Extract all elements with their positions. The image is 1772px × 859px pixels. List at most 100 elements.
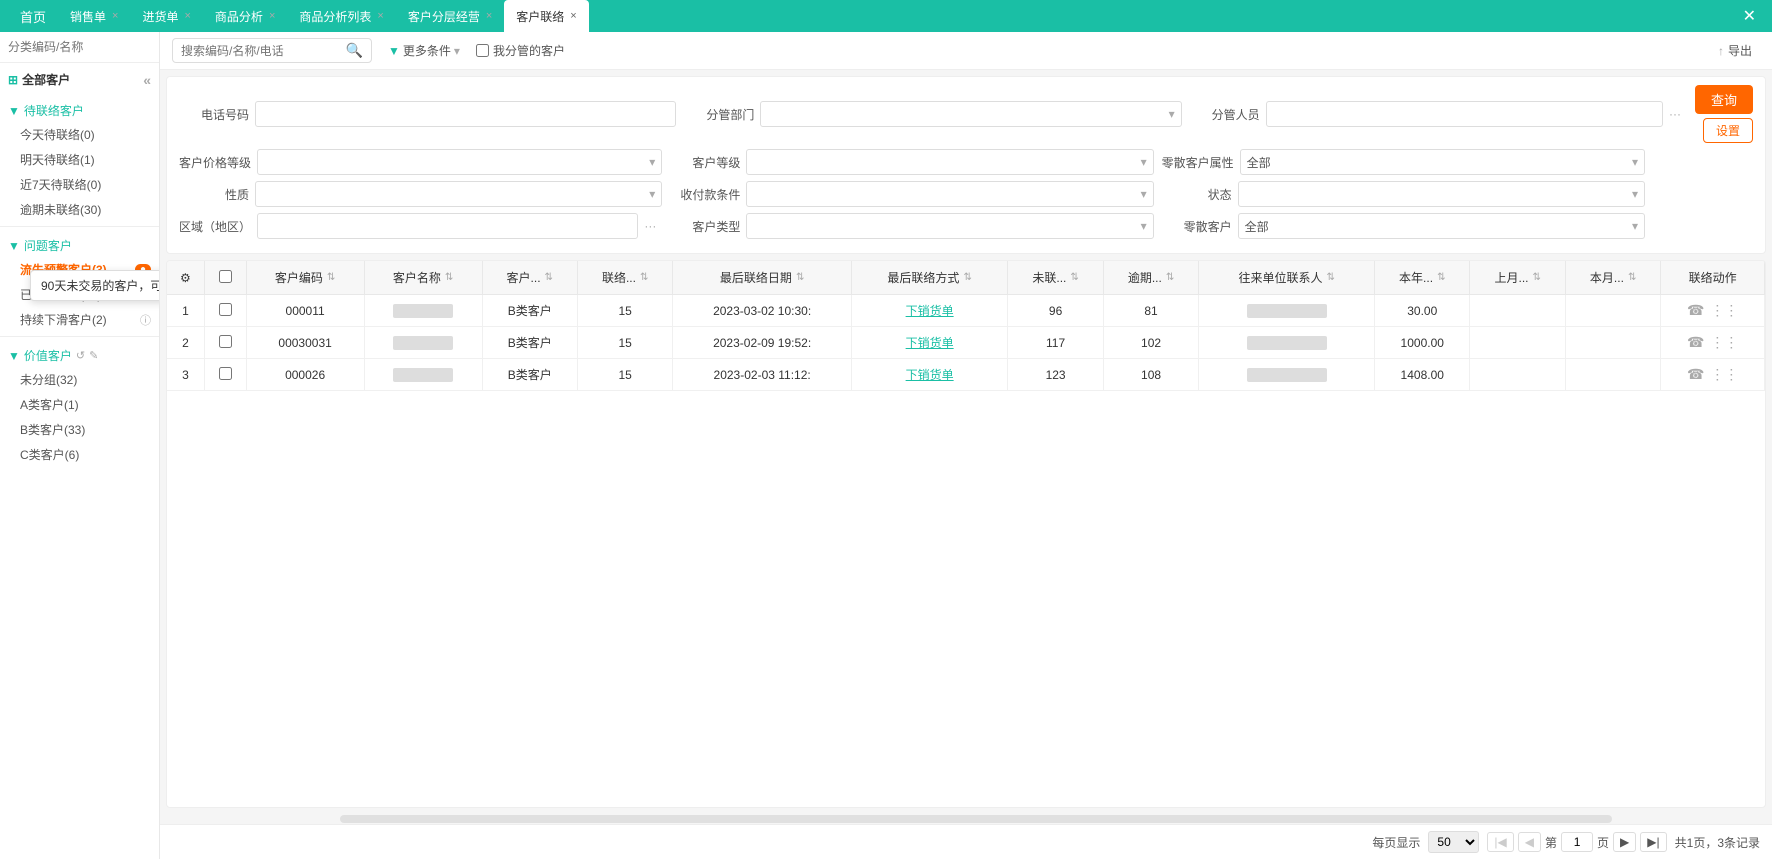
sort-icon-this-month[interactable]: ⇅ — [1628, 272, 1636, 283]
first-page-button[interactable]: |◀ — [1487, 832, 1513, 852]
filter-icon: ▼ — [388, 44, 400, 58]
query-button[interactable]: 查询 — [1695, 85, 1753, 114]
tab-customer-tier[interactable]: 客户分层经营 × — [396, 0, 504, 32]
tab-analysis[interactable]: 商品分析 × — [203, 0, 287, 32]
cell-index: 3 — [167, 359, 204, 391]
more-actions-icon[interactable]: ⋮⋮ — [1710, 366, 1738, 383]
filter-input-region[interactable] — [257, 213, 638, 239]
cell-last-method[interactable]: 下销货单 — [851, 295, 1008, 327]
close-tab-analysis[interactable]: × — [269, 10, 275, 22]
more-conditions-button[interactable]: ▼ 更多条件 ▾ — [380, 39, 468, 62]
filter-label-nature: 性质 — [179, 186, 249, 203]
close-tab-customer-tier[interactable]: × — [486, 10, 492, 22]
select-all-checkbox[interactable] — [219, 270, 232, 283]
sidebar-collapse-button[interactable]: « — [143, 72, 151, 88]
sidebar-item-c-class[interactable]: C类客户(6) — [0, 442, 159, 467]
sidebar-item-today[interactable]: 今天待联络(0) — [0, 122, 159, 147]
contact-icon[interactable]: ☎ — [1687, 366, 1704, 383]
sidebar-group-lost[interactable]: ▼ 问题客户 — [0, 231, 159, 257]
sort-icon-contact2[interactable]: ⇅ — [1326, 272, 1334, 283]
more-actions-icon[interactable]: ⋮⋮ — [1710, 302, 1738, 319]
sort-icon-type[interactable]: ⇅ — [545, 272, 553, 283]
sort-icon-not-contact[interactable]: ⇅ — [1070, 272, 1078, 283]
search-input[interactable] — [181, 44, 346, 58]
sidebar-group-pending[interactable]: ▼ 待联络客户 — [0, 96, 159, 122]
sidebar-group-valued[interactable]: ▼ 价值客户 ↺ ✎ — [0, 341, 159, 367]
cust-type-dropdown-icon: ▾ — [1141, 219, 1147, 233]
sidebar-item-tomorrow[interactable]: 明天待联络(1) — [0, 147, 159, 172]
sidebar-root-header: ⊞ 全部客户 « — [0, 63, 159, 96]
last-method-link[interactable]: 下销货单 — [906, 336, 954, 350]
sort-icon-code[interactable]: ⇅ — [327, 272, 335, 283]
cell-actions[interactable]: ☎ ⋮⋮ — [1661, 359, 1765, 391]
close-tab-sales[interactable]: × — [112, 10, 118, 22]
contact-icon[interactable]: ☎ — [1687, 334, 1704, 351]
last-method-link[interactable]: 下销货单 — [906, 368, 954, 382]
filter-select-nature[interactable]: ▾ — [255, 181, 662, 207]
sidebar-search-input[interactable] — [8, 40, 160, 54]
filter-select-dept[interactable]: ▾ — [760, 101, 1181, 127]
sort-icon-this-year[interactable]: ⇅ — [1437, 272, 1445, 283]
sidebar-item-a-class[interactable]: A类客户(1) — [0, 392, 159, 417]
sort-icon-last-method[interactable]: ⇅ — [963, 272, 971, 283]
filter-select-cust-type[interactable]: ▾ — [746, 213, 1153, 239]
my-customers-checkbox-label[interactable]: 我分管的客户 — [476, 42, 565, 59]
horizontal-scrollbar[interactable] — [340, 815, 1612, 823]
sidebar-item-7days[interactable]: 近7天待联络(0) — [0, 172, 159, 197]
cell-actions[interactable]: ☎ ⋮⋮ — [1661, 327, 1765, 359]
last-method-link[interactable]: 下销货单 — [906, 304, 954, 318]
cell-last-method[interactable]: 下销货单 — [851, 359, 1008, 391]
settings-gear-icon[interactable]: ⚙ — [180, 271, 191, 285]
search-icon[interactable]: 🔍 — [346, 42, 363, 59]
filter-cell-cust-level: 客户等级 ▾ — [670, 149, 1153, 175]
edit-icon[interactable]: ✎ — [89, 349, 98, 362]
more-actions-icon[interactable]: ⋮⋮ — [1710, 334, 1738, 351]
last-page-button[interactable]: ▶| — [1640, 832, 1666, 852]
sidebar-root-label: 全部客户 — [22, 71, 70, 88]
my-customers-checkbox[interactable] — [476, 44, 489, 57]
per-page-select[interactable]: 50 100 200 — [1428, 831, 1479, 853]
person-ellipsis-button[interactable]: ··· — [1663, 105, 1687, 123]
next-page-button[interactable]: ▶ — [1613, 832, 1636, 852]
cell-checkbox[interactable] — [204, 295, 246, 327]
refresh-icon[interactable]: ↺ — [76, 349, 85, 362]
sort-icon-last-date[interactable]: ⇅ — [796, 272, 804, 283]
tab-analysis-list[interactable]: 商品分析列表 × — [287, 0, 395, 32]
cell-checkbox[interactable] — [204, 359, 246, 391]
filter-select-scatter-attr[interactable]: 全部 ▾ — [1240, 149, 1645, 175]
sort-icon-name[interactable]: ⇅ — [445, 272, 453, 283]
region-ellipsis-button[interactable]: ··· — [638, 217, 662, 235]
filter-select-scatter-cust[interactable]: 全部 ▾ — [1238, 213, 1645, 239]
sort-icon-contact[interactable]: ⇅ — [640, 272, 648, 283]
sidebar-item-b-class[interactable]: B类客户(33) — [0, 417, 159, 442]
close-tab-customer-contact[interactable]: × — [570, 10, 576, 22]
settings-button[interactable]: 设置 — [1703, 118, 1753, 143]
cell-checkbox[interactable] — [204, 327, 246, 359]
close-tab-analysis-list[interactable]: × — [377, 10, 383, 22]
export-button[interactable]: ↑ 导出 — [1710, 39, 1760, 62]
tab-sales[interactable]: 销售单 × — [58, 0, 130, 32]
filter-select-price-level[interactable]: ▾ — [257, 149, 662, 175]
sidebar-item-decline[interactable]: 持续下滑客户(2) ⓘ — [0, 307, 159, 332]
cell-actions[interactable]: ☎ ⋮⋮ — [1661, 295, 1765, 327]
tab-customer-contact[interactable]: 客户联络 × — [504, 0, 588, 32]
sort-icon-last-month[interactable]: ⇅ — [1533, 272, 1541, 283]
filter-input-person[interactable] — [1266, 101, 1663, 127]
tab-purchase[interactable]: 进货单 × — [130, 0, 202, 32]
contact-icon[interactable]: ☎ — [1687, 302, 1704, 319]
filter-select-payment[interactable]: ▾ — [746, 181, 1153, 207]
close-tab-purchase[interactable]: × — [184, 10, 190, 22]
sidebar-item-ungroup[interactable]: 未分组(32) — [0, 367, 159, 392]
page-input[interactable] — [1561, 832, 1593, 852]
arrow-down-icon-3: ▼ — [8, 349, 20, 363]
window-close-button[interactable]: ✕ — [1735, 6, 1764, 26]
sort-icon-overdue[interactable]: ⇅ — [1166, 272, 1174, 283]
filter-select-status[interactable]: ▾ — [1238, 181, 1645, 207]
prev-page-button[interactable]: ◀ — [1518, 832, 1541, 852]
sidebar-item-overdue[interactable]: 逾期未联络(30) — [0, 197, 159, 222]
tab-home[interactable]: 首页 — [8, 7, 58, 26]
th-index: ⚙ — [167, 261, 204, 295]
cell-last-method[interactable]: 下销货单 — [851, 327, 1008, 359]
filter-select-cust-level[interactable]: ▾ — [746, 149, 1153, 175]
filter-input-phone[interactable] — [255, 101, 676, 127]
